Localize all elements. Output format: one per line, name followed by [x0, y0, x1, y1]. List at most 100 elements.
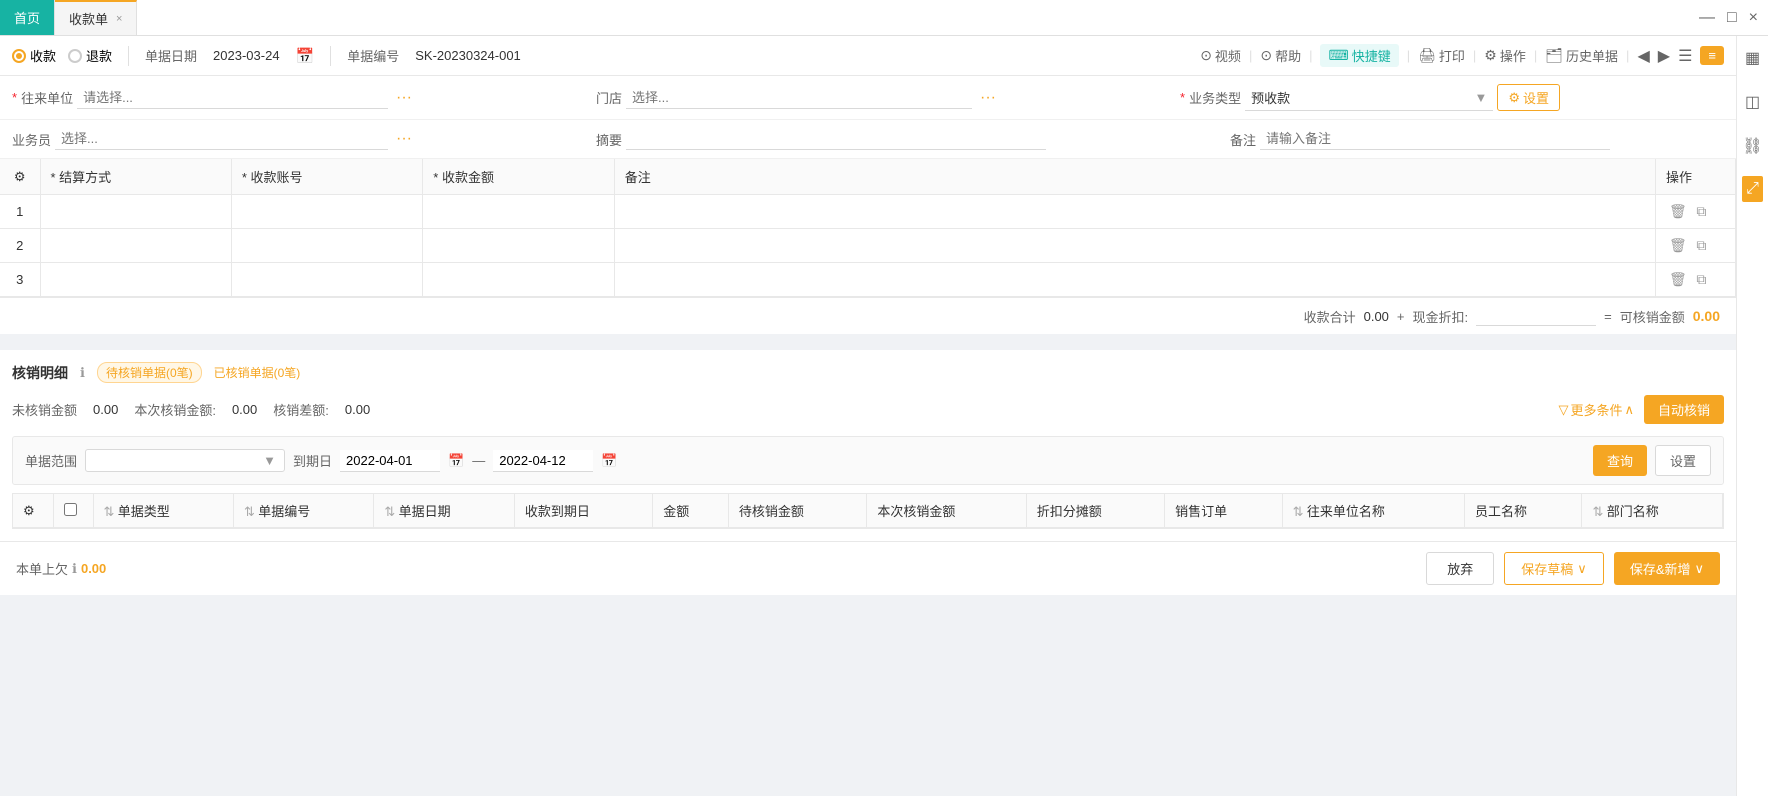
copy-icon-1[interactable]: ⧉: [1696, 203, 1706, 219]
print-btn[interactable]: 🖨 打印: [1418, 46, 1465, 65]
settings-button[interactable]: ⚙ 设置: [1497, 84, 1560, 111]
bottom-table: ⚙ ⇅ 单据类型 ⇅ 单据编号 ⇅ 单据日期: [13, 494, 1723, 528]
shop-more-icon[interactable]: ···: [980, 89, 996, 107]
window-close-btn[interactable]: ×: [1749, 9, 1758, 27]
layout-icon[interactable]: ☰: [1678, 46, 1692, 66]
row-remark-2[interactable]: [614, 229, 1655, 263]
help-btn[interactable]: ⊙ 帮助: [1260, 46, 1301, 65]
save-new-button[interactable]: 保存&新增 ∨: [1614, 552, 1720, 585]
row-settlement-2[interactable]: [40, 229, 231, 263]
more-conditions-btn[interactable]: ▽ 更多条件 ∧: [1558, 400, 1634, 419]
date-range-select[interactable]: ▼: [85, 449, 285, 472]
done-tag[interactable]: 已核销单据(0笔): [214, 364, 301, 381]
window-maximize-btn[interactable]: □: [1727, 9, 1737, 27]
th-settlement: * 结算方式: [40, 159, 231, 195]
row-num-1: 1: [0, 195, 40, 229]
row-settlement-3[interactable]: [40, 263, 231, 297]
save-draft-button[interactable]: 保存草稿 ∨: [1504, 552, 1604, 585]
nav-left-icon[interactable]: ◀: [1637, 46, 1649, 66]
partner-more-icon[interactable]: ···: [396, 89, 412, 107]
date-label: 单据日期: [145, 46, 197, 65]
save-draft-label: 保存草稿: [1521, 559, 1573, 578]
due-from-input[interactable]: [340, 450, 440, 472]
radio-receipt[interactable]: 收款: [12, 46, 56, 65]
nuclear-settings-button[interactable]: 设置: [1655, 445, 1711, 476]
row-remark-3[interactable]: [614, 263, 1655, 297]
discard-button[interactable]: 放弃: [1426, 552, 1494, 585]
calendar-from-icon[interactable]: 📅: [448, 453, 464, 469]
copy-icon-2[interactable]: ⧉: [1696, 237, 1706, 253]
right-sidebar: ▦ ◫ ⛓ ⤢: [1736, 36, 1768, 796]
operation-icon: ⚙: [1484, 47, 1497, 64]
remark-input[interactable]: [1260, 128, 1610, 150]
form-row-2: 业务员 ··· 摘要 备注: [0, 120, 1736, 159]
auto-write-off-button[interactable]: 自动核销: [1644, 395, 1724, 424]
pending-tag[interactable]: 待核销单据(0笔): [97, 362, 202, 383]
delete-icon-2[interactable]: 🗑: [1669, 237, 1687, 253]
data-table: ⚙ * 结算方式 * 收款账号 * 收款金额 备注 操作: [0, 159, 1736, 297]
partner-input[interactable]: [77, 87, 388, 109]
row-action-2: 🗑 ⧉: [1656, 229, 1736, 263]
history-btn[interactable]: 🗂 历史单据: [1545, 46, 1618, 65]
gear-table-icon[interactable]: ⚙: [14, 169, 26, 184]
select-all-checkbox[interactable]: [64, 503, 77, 516]
staff-input[interactable]: [55, 128, 388, 150]
operation-btn[interactable]: ⚙ 操作: [1484, 46, 1526, 65]
row-account-3[interactable]: [231, 263, 422, 297]
delete-icon-1[interactable]: 🗑: [1669, 203, 1687, 219]
discount-input[interactable]: [1476, 306, 1596, 326]
bottom-th-gear[interactable]: ⚙: [13, 494, 53, 528]
nav-right-icon[interactable]: ▶: [1658, 46, 1670, 66]
gear-bottom-icon[interactable]: ⚙: [23, 503, 35, 518]
radio-refund-label: 退款: [86, 46, 112, 65]
video-btn[interactable]: ⊙ 视频: [1200, 46, 1241, 65]
help-label: 帮助: [1275, 46, 1301, 65]
calendar-to-icon[interactable]: 📅: [601, 453, 617, 469]
delete-icon-3[interactable]: 🗑: [1669, 271, 1687, 287]
radio-receipt-label: 收款: [30, 46, 56, 65]
form-row-1: * 往来单位 ··· 门店 ··· * 业务类型 预收款 ▼ ⚙ 设置: [0, 76, 1736, 120]
copy-icon-3[interactable]: ⧉: [1696, 271, 1706, 287]
sidebar-doc-icon[interactable]: ◫: [1741, 88, 1764, 116]
tab-close-icon[interactable]: ×: [116, 13, 122, 25]
business-type-select[interactable]: 预收款 ▼: [1245, 85, 1493, 111]
staff-field: 业务员 ···: [12, 128, 412, 150]
nav-orange-icon: ≡: [1708, 48, 1716, 63]
query-button[interactable]: 查询: [1593, 445, 1647, 476]
sidebar-expand-icon[interactable]: ⤢: [1742, 176, 1763, 202]
row-amount-2[interactable]: [423, 229, 614, 263]
tab-bar: 首页 收款单 × — □ ×: [0, 0, 1768, 36]
due-to-input[interactable]: [493, 450, 593, 472]
bottom-th-checkbox[interactable]: [53, 494, 93, 528]
summary-input[interactable]: [626, 128, 1046, 150]
nav-orange-btn[interactable]: ≡: [1700, 46, 1724, 65]
row-account-1[interactable]: [231, 195, 422, 229]
sidebar-link-icon[interactable]: ⛓: [1738, 132, 1766, 160]
row-account-2[interactable]: [231, 229, 422, 263]
radio-refund[interactable]: 退款: [68, 46, 112, 65]
bottom-th-duedate-label: 收款到期日: [525, 504, 590, 519]
row-settlement-1[interactable]: [40, 195, 231, 229]
bottom-left: 本单上欠 ℹ 0.00: [16, 559, 106, 578]
divider2: [330, 46, 331, 66]
required-star: *: [12, 90, 17, 105]
th-gear[interactable]: ⚙: [0, 159, 40, 195]
row-amount-1[interactable]: [423, 195, 614, 229]
sidebar-table-icon[interactable]: ▦: [1741, 44, 1764, 72]
tab-home[interactable]: 首页: [0, 0, 55, 35]
shortcut-btn[interactable]: ⌨ 快捷键: [1320, 44, 1398, 67]
calendar-icon[interactable]: 📅: [296, 47, 315, 65]
tab-receipt[interactable]: 收款单 ×: [55, 0, 137, 35]
shop-input[interactable]: [626, 87, 972, 109]
bottom-th-order: 销售订单: [1165, 494, 1283, 528]
window-minimize-btn[interactable]: —: [1699, 9, 1715, 27]
row-remark-1[interactable]: [614, 195, 1655, 229]
row-amount-3[interactable]: [423, 263, 614, 297]
staff-more-icon[interactable]: ···: [396, 130, 412, 148]
bottom-th-no: ⇅ 单据编号: [233, 494, 373, 528]
th-operation: 操作: [1656, 159, 1736, 195]
bottom-th-staff: 员工名称: [1464, 494, 1582, 528]
table-row: 1 🗑 ⧉: [0, 195, 1736, 229]
bottom-th-discount: 折扣分摊额: [1026, 494, 1164, 528]
business-type-arrow: ▼: [1474, 90, 1487, 105]
